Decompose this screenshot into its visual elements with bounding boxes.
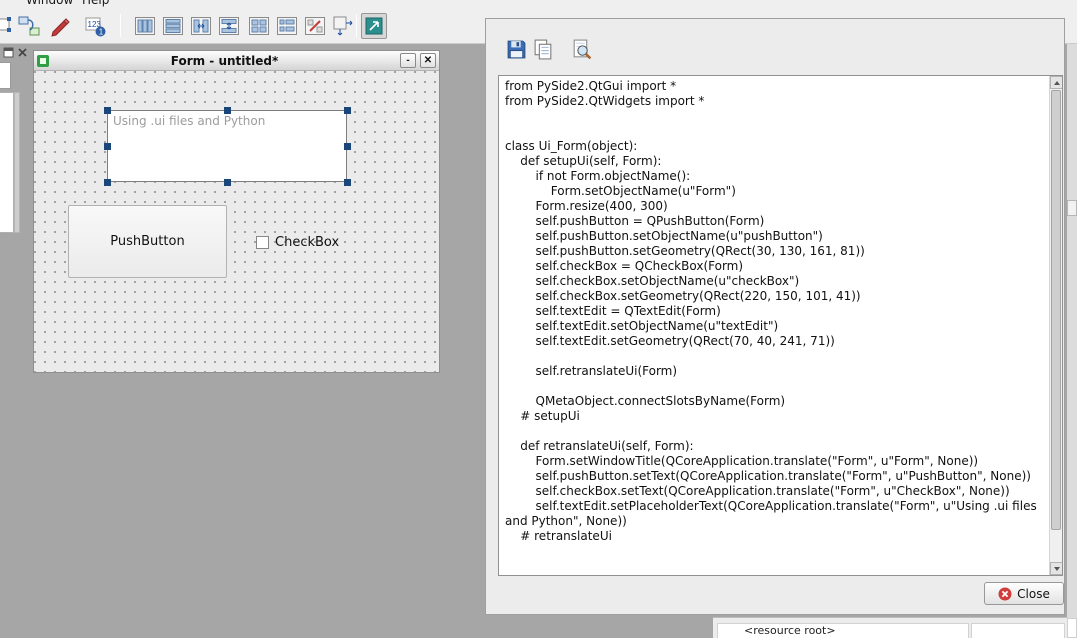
close-red-icon [998, 587, 1012, 601]
left-scrollbar[interactable] [14, 92, 20, 233]
scrollbar-thumb[interactable] [1051, 90, 1061, 530]
form-designer-window: Form - untitled* - ✕ Using .ui files and… [33, 50, 440, 373]
layout-grid-icon[interactable] [246, 13, 272, 39]
textedit-widget[interactable]: Using .ui files and Python [107, 110, 347, 182]
menu-help[interactable]: Help [82, 0, 109, 7]
selection-handle[interactable] [104, 143, 111, 150]
dock-float-icon[interactable] [2, 46, 14, 58]
form-icon [37, 55, 49, 67]
tab-order-icon[interactable]: 1231 [82, 13, 108, 39]
code-scrollbar[interactable] [1049, 76, 1062, 575]
code-preview-dialog: from PySide2.QtGui import * from PySide2… [485, 18, 1065, 615]
save-icon[interactable] [503, 36, 530, 63]
form-title: Form - untitled* [53, 54, 396, 68]
resource-root-item[interactable]: <resource root> [717, 623, 969, 638]
menu-window[interactable]: Window [26, 0, 73, 7]
textedit-placeholder: Using .ui files and Python [113, 114, 265, 128]
layout-horizontal-splitter-icon[interactable] [188, 13, 214, 39]
find-icon[interactable] [568, 36, 595, 63]
right-scrollbar-fragment[interactable] [1067, 200, 1077, 216]
selection-handle[interactable] [224, 107, 231, 114]
right-panel-fragment [1067, 618, 1077, 638]
toolbar-separator [356, 14, 357, 37]
toolbar-separator [120, 14, 121, 37]
selection-handle[interactable] [344, 107, 351, 114]
form-titlebar[interactable]: Form - untitled* - ✕ [34, 51, 439, 71]
selection-handle[interactable] [104, 179, 111, 186]
dialog-close-label: Close [1017, 587, 1050, 601]
pushbutton-widget[interactable]: PushButton [68, 205, 227, 278]
right-dock-fragment [1067, 44, 1077, 638]
qt-designer-window: Window Help 1231 [0, 0, 1077, 638]
copy-icon[interactable] [530, 36, 557, 63]
form-canvas[interactable]: Using .ui files and Python PushButton Ch… [34, 71, 439, 372]
scroll-up-icon[interactable] [1050, 76, 1063, 89]
checkbox-indicator[interactable] [256, 236, 269, 249]
resource-browser-cell [971, 623, 1065, 638]
preview-form-icon[interactable] [361, 13, 387, 39]
widget-box-fragment [0, 92, 14, 233]
dialog-close-button[interactable]: Close [984, 582, 1064, 605]
code-text: from PySide2.QtGui import * from PySide2… [499, 76, 1049, 544]
buddy-edit-icon[interactable] [48, 13, 74, 39]
filter-input-fragment[interactable] [0, 62, 11, 89]
layout-vertical-icon[interactable] [160, 13, 186, 39]
menubar: Window Help [0, 0, 1077, 9]
svg-text:1: 1 [99, 27, 104, 36]
minimize-button[interactable]: - [400, 53, 416, 68]
signal-slot-edit-icon[interactable] [16, 13, 42, 39]
break-layout-icon[interactable] [302, 13, 328, 39]
widget-edit-icon[interactable] [0, 13, 16, 39]
layout-form-icon[interactable] [274, 13, 300, 39]
layout-vertical-splitter-icon[interactable] [216, 13, 242, 39]
checkbox-widget[interactable]: CheckBox [256, 233, 339, 251]
checkbox-label: CheckBox [275, 235, 339, 250]
adjust-size-icon[interactable] [330, 13, 356, 39]
dock-close-icon[interactable] [16, 46, 28, 58]
selection-handle[interactable] [104, 107, 111, 114]
selection-handle[interactable] [344, 143, 351, 150]
layout-horizontal-icon[interactable] [132, 13, 158, 39]
close-button[interactable]: ✕ [420, 53, 436, 68]
selection-handle[interactable] [224, 179, 231, 186]
resource-browser-dock: <resource root> [713, 617, 1067, 638]
selection-handle[interactable] [344, 179, 351, 186]
scroll-down-icon[interactable] [1050, 562, 1063, 575]
code-view[interactable]: from PySide2.QtGui import * from PySide2… [498, 75, 1063, 576]
